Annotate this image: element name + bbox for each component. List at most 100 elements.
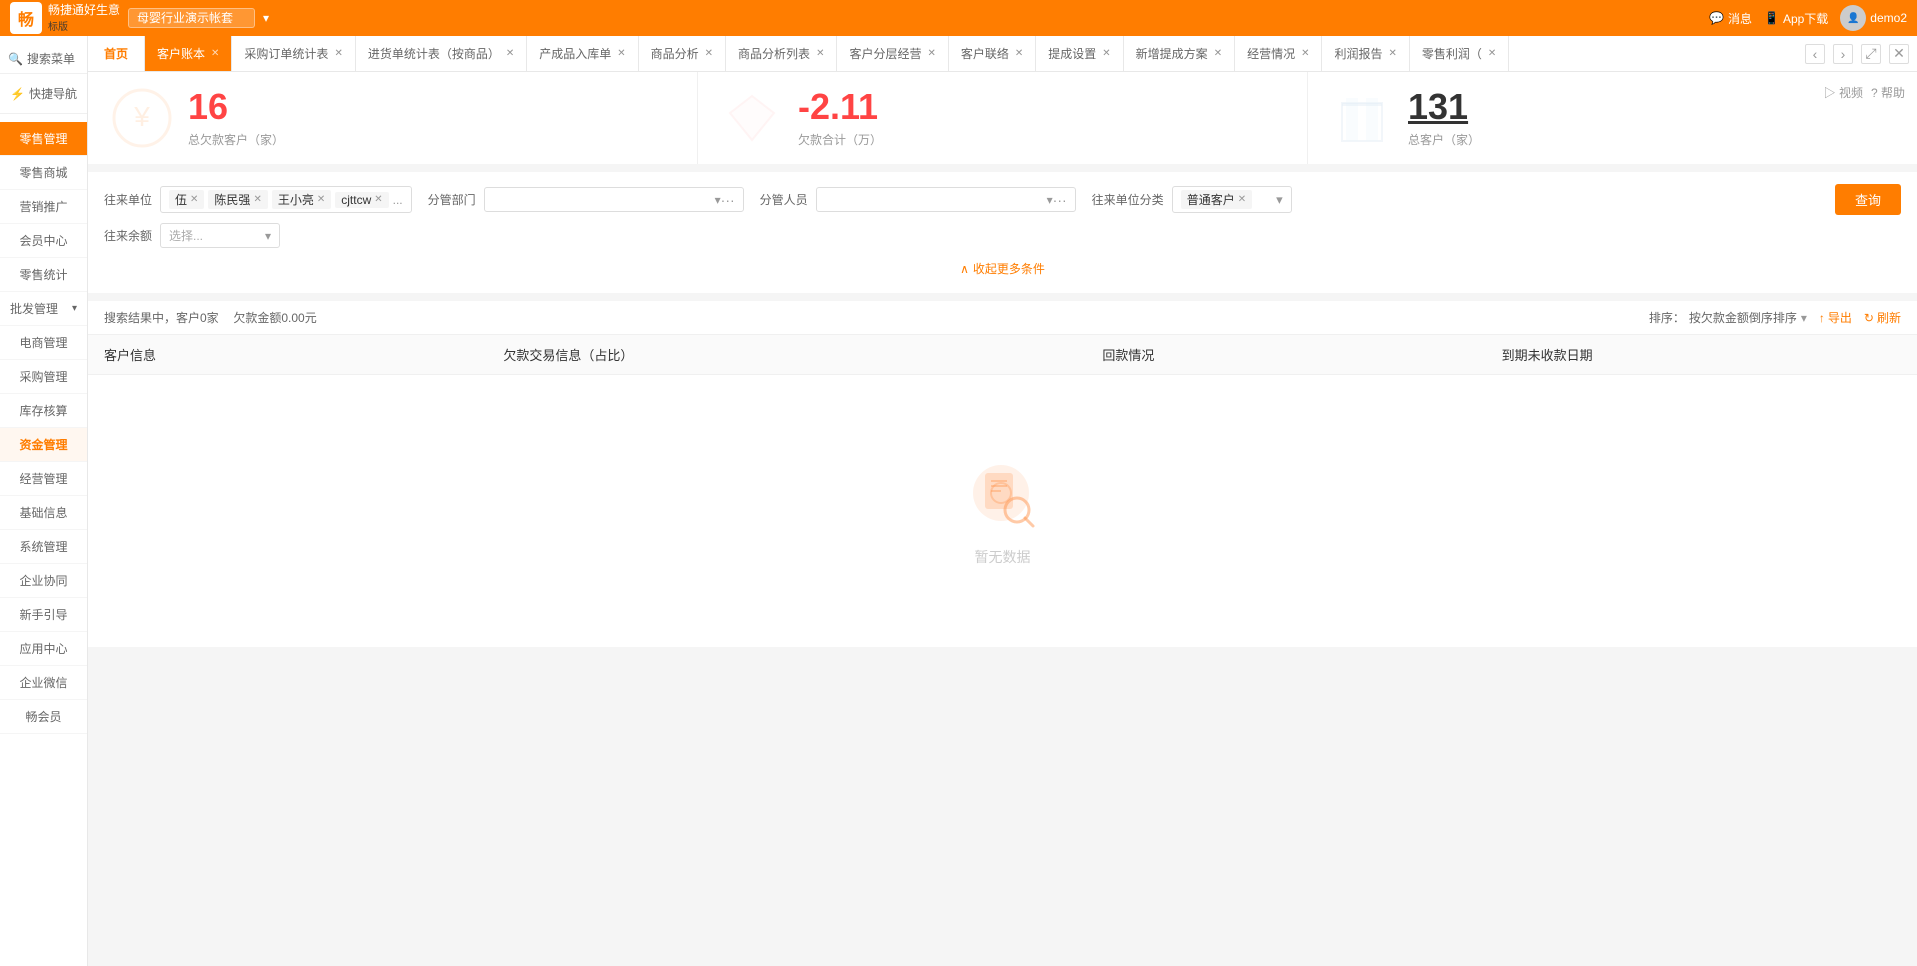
workspace-dropdown-btn[interactable]: ▾ xyxy=(263,11,269,25)
tab-close-purchase-order-stats[interactable]: ✕ xyxy=(334,48,342,59)
sidebar-item-stock[interactable]: 库存核算 xyxy=(0,394,87,428)
video-icon: ▷ xyxy=(1824,86,1836,100)
tab-close-customer-segment[interactable]: ✕ xyxy=(927,48,935,59)
export-button[interactable]: ↑ 导出 xyxy=(1819,309,1852,326)
unit-tag-0-close[interactable]: ✕ xyxy=(190,194,198,205)
tab-next-button[interactable]: › xyxy=(1833,44,1853,64)
tab-close-customer-book[interactable]: ✕ xyxy=(211,48,219,59)
tab-close-customer-contact[interactable]: ✕ xyxy=(1015,48,1023,59)
unit-tag-2-close[interactable]: ✕ xyxy=(317,194,325,205)
sidebar-item-vip[interactable]: 畅会员 xyxy=(0,700,87,734)
video-btn[interactable]: ▷ 视频 xyxy=(1824,84,1863,101)
query-button[interactable]: 查询 xyxy=(1835,184,1901,215)
tab-customer-book[interactable]: 客户账本 ✕ xyxy=(145,36,232,72)
sidebar-item-operation[interactable]: 经营管理 xyxy=(0,462,87,496)
balance-filter-select[interactable]: 选择... ▾ xyxy=(160,223,280,248)
dept-filter-select[interactable]: ▾ ··· xyxy=(484,187,744,212)
sidebar-item-capital-mgmt[interactable]: 资金管理 xyxy=(0,428,87,462)
unit-category-tag-0-close[interactable]: ✕ xyxy=(1238,194,1246,205)
sidebar-top: 🔍 搜索菜单 ⚡ 快捷导航 xyxy=(0,36,87,122)
tab-operation-status[interactable]: 经营情况 ✕ xyxy=(1235,36,1322,72)
tab-purchase-order-stats[interactable]: 采购订单统计表 ✕ xyxy=(232,36,355,72)
sidebar-quick-nav-item[interactable]: ⚡ 快捷导航 xyxy=(0,78,87,109)
tab-remind-settings[interactable]: 提成设置 ✕ xyxy=(1036,36,1123,72)
tab-close-retail-profit[interactable]: ✕ xyxy=(1488,48,1496,59)
tab-profit-report[interactable]: 利润报告 ✕ xyxy=(1322,36,1409,72)
sidebar-item-ecommerce[interactable]: 电商管理 xyxy=(0,326,87,360)
person-filter-dots[interactable]: ··· xyxy=(1053,192,1067,208)
balance-filter-label: 往来余额 xyxy=(104,227,152,244)
sidebar-item-retail-mgmt[interactable]: 零售管理 xyxy=(0,122,87,156)
download-icon: 📱 xyxy=(1764,11,1779,25)
result-header: 搜索结果中，客户0家 欠款金额 0.00元 排序： 按欠款金额倒序排序 ▾ xyxy=(88,301,1917,335)
sidebar-item-system[interactable]: 系统管理 xyxy=(0,530,87,564)
tab-customer-segment[interactable]: 客户分层经营 ✕ xyxy=(837,36,948,72)
tab-product-instock[interactable]: 产成品入库单 ✕ xyxy=(527,36,638,72)
tab-close-add-achievement[interactable]: ✕ xyxy=(1214,48,1222,59)
table-header: 客户信息 欠款交易信息（占比） 回款情况 到期未收款日期 xyxy=(88,335,1917,375)
stat-card-total-customers: 131 总客户（家） ▷ 视频 ? 帮助 xyxy=(1308,72,1917,164)
tab-close-remind-settings[interactable]: ✕ xyxy=(1102,48,1110,59)
help-icon: ? xyxy=(1871,86,1878,100)
message-button[interactable]: 💬 消息 xyxy=(1709,10,1752,27)
unit-filter-tags[interactable]: 伍 ✕ 陈民强 ✕ 王小亮 ✕ xyxy=(160,186,412,213)
tab-product-analysis[interactable]: 商品分析 ✕ xyxy=(639,36,726,72)
tab-instock-stats[interactable]: 进货单统计表（按商品） ✕ xyxy=(356,36,527,72)
dept-filter-dots[interactable]: ··· xyxy=(721,192,735,208)
sidebar-search[interactable]: 🔍 搜索菜单 xyxy=(0,44,87,74)
sidebar-item-member-center[interactable]: 会员中心 xyxy=(0,224,87,258)
stat-card-credit-customers: ¥ 16 总欠款客户（家） xyxy=(88,72,698,164)
sidebar-item-basic-info[interactable]: 基础信息 xyxy=(0,496,87,530)
app-download-button[interactable]: 📱 App下载 xyxy=(1764,10,1828,27)
sidebar-item-retail-mall[interactable]: 零售商城 xyxy=(0,156,87,190)
tab-home[interactable]: 首页 xyxy=(88,36,145,72)
refresh-button[interactable]: ↻ 刷新 xyxy=(1864,309,1901,326)
tab-close-product-instock[interactable]: ✕ xyxy=(617,48,625,59)
table-empty-state: 暂无数据 xyxy=(88,375,1917,647)
tab-retail-profit[interactable]: 零售利润（ ✕ xyxy=(1410,36,1509,72)
tab-add-achievement[interactable]: 新增提成方案 ✕ xyxy=(1124,36,1235,72)
person-filter-label: 分管人员 xyxy=(760,191,808,208)
top-bar-right: 💬 消息 📱 App下载 👤 demo2 xyxy=(1709,5,1907,31)
sidebar-item-purchase-mgmt[interactable]: 采购管理 xyxy=(0,360,87,394)
unit-tag-3: cjttcw ✕ xyxy=(335,192,388,208)
chevron-down-icon: ▾ xyxy=(72,303,77,314)
tab-close-product-analysis[interactable]: ✕ xyxy=(705,48,713,59)
unit-filter-more[interactable]: ... xyxy=(393,193,403,207)
sidebar-item-retail-stats[interactable]: 零售统计 xyxy=(0,258,87,292)
sort-select[interactable]: 按欠款金额倒序排序 ▾ xyxy=(1689,309,1807,326)
tab-bar: 首页 客户账本 ✕ 采购订单统计表 ✕ 进货单统计表（按商品） ✕ 产成品入库单… xyxy=(88,36,1917,72)
unit-category-filter[interactable]: 普通客户 ✕ ▾ xyxy=(1172,186,1292,213)
tab-expand-button[interactable]: ⤢ xyxy=(1861,44,1881,64)
workspace-select[interactable]: 母婴行业演示帐套 xyxy=(128,8,255,28)
collapse-button[interactable]: ∧ 收起更多条件 xyxy=(960,260,1045,277)
collapse-row: ∧ 收起更多条件 xyxy=(104,256,1901,281)
stat-label-total-customers: 总客户（家） xyxy=(1408,131,1480,148)
tab-close-product-analysis-list[interactable]: ✕ xyxy=(816,48,824,59)
tab-close-operation-status[interactable]: ✕ xyxy=(1301,48,1309,59)
sidebar-item-marketing[interactable]: 营销推广 xyxy=(0,190,87,224)
tab-close-all-button[interactable]: ✕ xyxy=(1889,44,1909,64)
tab-customer-contact[interactable]: 客户联络 ✕ xyxy=(949,36,1036,72)
empty-illustration xyxy=(963,455,1043,535)
result-section: 搜索结果中，客户0家 欠款金额 0.00元 排序： 按欠款金额倒序排序 ▾ xyxy=(88,301,1917,647)
sidebar-item-app-center[interactable]: 应用中心 xyxy=(0,632,87,666)
tab-close-instock-stats[interactable]: ✕ xyxy=(506,48,514,59)
tab-close-profit-report[interactable]: ✕ xyxy=(1389,48,1397,59)
unit-tag-1-close[interactable]: ✕ xyxy=(253,194,261,205)
top-bar: 畅 畅捷通好生意 标版 母婴行业演示帐套 ▾ 💬 消息 📱 App下载 xyxy=(0,0,1917,36)
sidebar-item-wholesale-mgmt[interactable]: 批发管理 ▾ xyxy=(0,292,87,326)
sidebar-item-newcomer[interactable]: 新手引导 xyxy=(0,598,87,632)
sidebar-item-enterprise-wx[interactable]: 企业微信 xyxy=(0,666,87,700)
unit-tag-3-close[interactable]: ✕ xyxy=(374,194,382,205)
help-btn[interactable]: ? 帮助 xyxy=(1871,84,1905,101)
sidebar-item-enterprise[interactable]: 企业协同 xyxy=(0,564,87,598)
person-filter-select[interactable]: ▾ ··· xyxy=(816,187,1076,212)
export-icon: ↑ xyxy=(1819,311,1825,325)
result-amount-value: 0.00元 xyxy=(281,309,316,326)
tab-product-analysis-list[interactable]: 商品分析列表 ✕ xyxy=(726,36,837,72)
tab-prev-button[interactable]: ‹ xyxy=(1805,44,1825,64)
balance-filter-arrow: ▾ xyxy=(265,229,271,243)
stat-value-total-customers: 131 xyxy=(1408,89,1480,125)
user-avatar-button[interactable]: 👤 demo2 xyxy=(1840,5,1907,31)
